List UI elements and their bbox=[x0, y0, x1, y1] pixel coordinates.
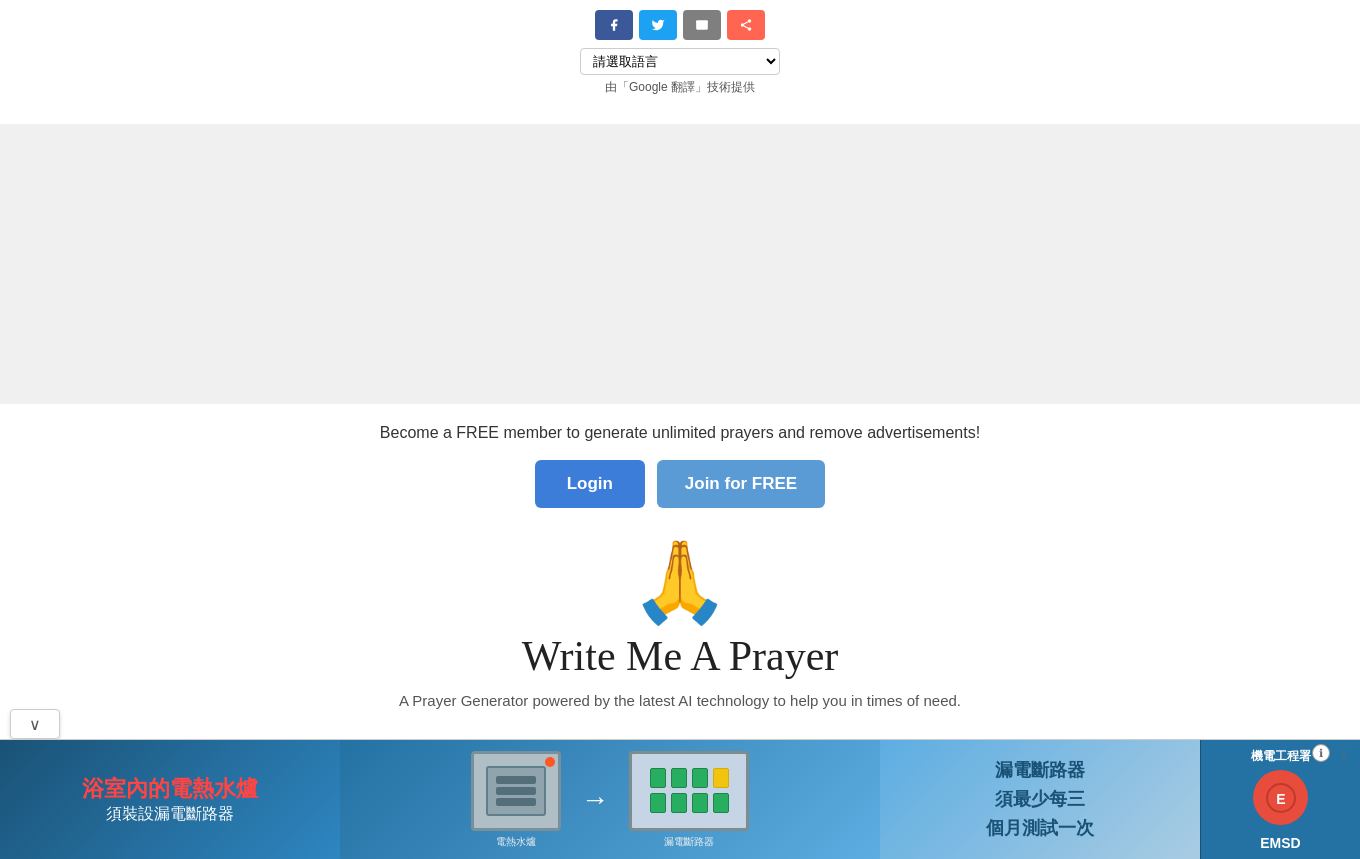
google-translate-credit: 由「Google 翻譯」技術提供 bbox=[605, 79, 755, 96]
ad-section-middle[interactable]: 電熱水爐 → bbox=[340, 740, 880, 859]
svg-point-1 bbox=[741, 23, 745, 27]
join-button[interactable]: Join for FREE bbox=[657, 460, 825, 508]
sharethis-button[interactable] bbox=[727, 10, 765, 40]
language-select[interactable]: 請選取語言 English 中文 日本語 Español Français bbox=[580, 48, 780, 75]
twitter-share-button[interactable] bbox=[639, 10, 677, 40]
ad-left-subtitle: 須裝設漏電斷路器 bbox=[106, 804, 234, 825]
svg-point-0 bbox=[748, 19, 752, 23]
action-buttons: Login Join for FREE bbox=[380, 460, 980, 508]
emsd-icon: E bbox=[1253, 770, 1308, 825]
ad-left-title: 浴室內的電熱水爐 bbox=[82, 774, 258, 805]
social-share-bar bbox=[595, 10, 765, 40]
ad-menu-icon[interactable]: ⋮ bbox=[1336, 744, 1352, 763]
email-share-button[interactable] bbox=[683, 10, 721, 40]
membership-banner: Become a FREE member to generate unlimit… bbox=[380, 424, 980, 508]
svg-line-3 bbox=[744, 26, 748, 28]
ad-info-icon[interactable]: ℹ bbox=[1312, 744, 1330, 762]
top-bar: 請選取語言 English 中文 日本語 Español Français 由「… bbox=[0, 0, 1360, 104]
svg-line-4 bbox=[744, 22, 748, 24]
top-ad-area bbox=[0, 124, 1360, 404]
ad-section-left[interactable]: 浴室內的電熱水爐 須裝設漏電斷路器 bbox=[0, 740, 340, 859]
prayer-emoji: 🙏 bbox=[630, 542, 730, 622]
prayer-subtitle: A Prayer Generator powered by the latest… bbox=[399, 692, 961, 709]
ad-right-text: 漏電斷路器須最少每三個月測試一次 bbox=[986, 760, 1094, 838]
svg-point-2 bbox=[748, 27, 752, 31]
svg-text:E: E bbox=[1276, 791, 1285, 807]
prayer-title: Write Me A Prayer bbox=[522, 632, 839, 680]
emsd-acronym: EMSD bbox=[1260, 835, 1300, 851]
ad-section-right[interactable]: 漏電斷路器須最少每三個月測試一次 bbox=[880, 740, 1200, 859]
membership-text: Become a FREE member to generate unlimit… bbox=[380, 424, 980, 442]
prayer-section: 🙏 Write Me A Prayer A Prayer Generator p… bbox=[399, 542, 961, 729]
ad-banner-inner: 浴室內的電熱水爐 須裝設漏電斷路器 bbox=[0, 740, 1360, 859]
facebook-share-button[interactable] bbox=[595, 10, 633, 40]
language-selector-wrapper: 請選取語言 English 中文 日本語 Español Français 由「… bbox=[580, 48, 780, 96]
emsd-label: 機電工程署 bbox=[1251, 748, 1311, 765]
main-content: Become a FREE member to generate unlimit… bbox=[0, 104, 1360, 769]
bottom-ad-banner: 浴室內的電熱水爐 須裝設漏電斷路器 bbox=[0, 739, 1360, 859]
collapse-ad-button[interactable]: ∨ bbox=[10, 709, 60, 739]
chevron-down-icon: ∨ bbox=[29, 715, 41, 734]
login-button[interactable]: Login bbox=[535, 460, 645, 508]
